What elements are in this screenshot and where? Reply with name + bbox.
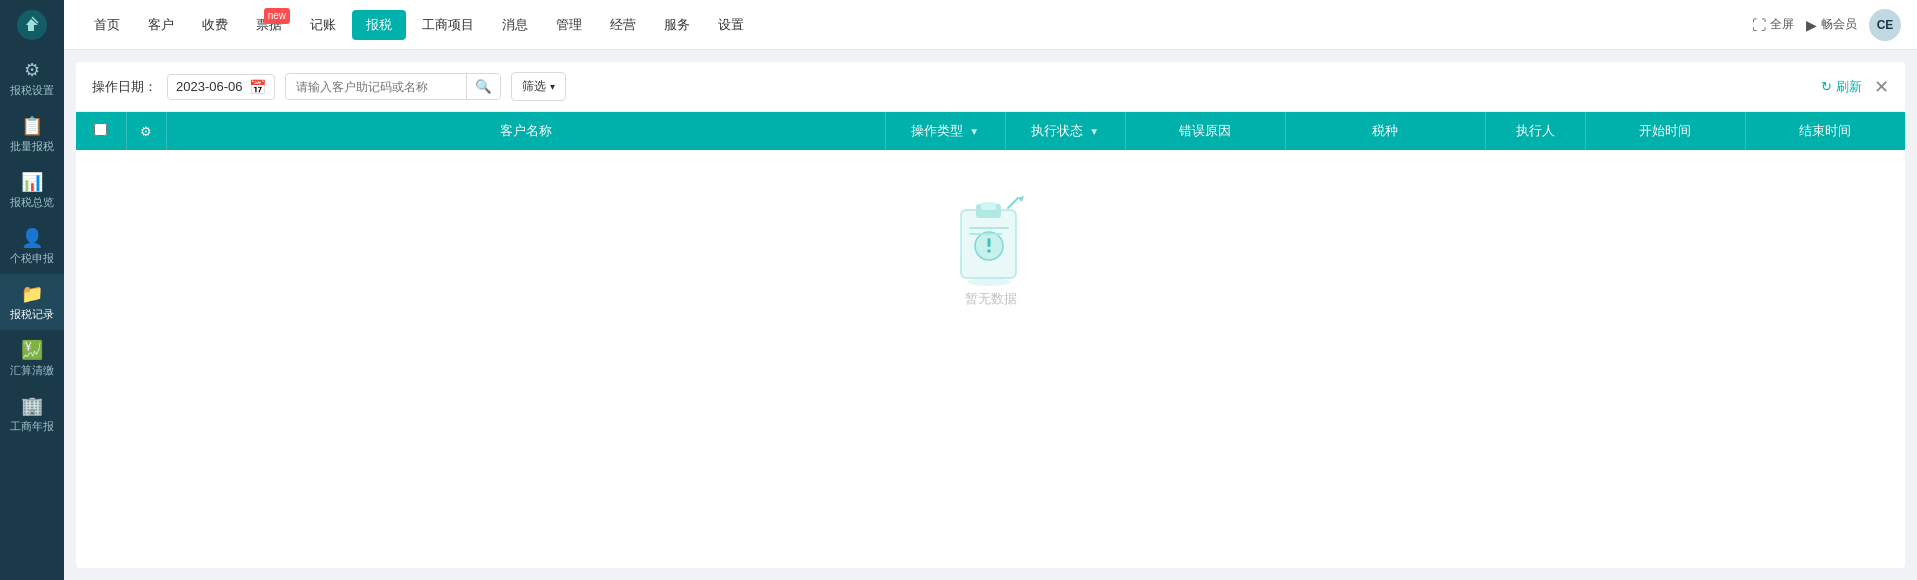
sidebar-label: 报税总览 [10,196,54,209]
topnav: 首页 客户 收费 票据 new 记账 报税 工商项目 消息 管理 经营 [64,0,1917,50]
nav-piao[interactable]: 票据 new [242,0,296,50]
toolbar: 操作日期： 2023-06-06 📅 🔍 筛选 ▾ [76,62,1905,112]
nav-baoshui[interactable]: 报税 [352,10,406,40]
th-checkbox[interactable] [76,112,126,150]
nav-jizhang[interactable]: 记账 [296,0,350,50]
sort-icon: ▼ [969,126,979,137]
overview-icon: 📊 [21,171,43,193]
sidebar-label: 汇算清缴 [10,364,54,377]
search-box: 🔍 [285,73,501,100]
th-op-type[interactable]: 操作类型 ▼ [885,112,1005,150]
fullscreen-icon: ⛶ [1752,17,1766,33]
th-tax-type: 税种 [1285,112,1485,150]
svg-line-9 [1008,198,1018,208]
filter-button[interactable]: 筛选 ▾ [511,72,566,101]
search-input[interactable] [286,75,466,99]
calendar-icon: 📅 [249,79,266,95]
th-error-reason: 错误原因 [1125,112,1285,150]
sidebar-item-piliang-baoshui[interactable]: 📋 批量报税 [0,106,64,162]
search-button[interactable]: 🔍 [466,74,500,99]
user-avatar[interactable]: CE [1869,9,1901,41]
sidebar-label: 报税记录 [10,308,54,321]
sidebar-item-baoshui-shezhi[interactable]: ⚙ 报税设置 [0,50,64,106]
sidebar-item-baoshuijilu[interactable]: 📁 报税记录 [0,274,64,330]
sidebar-logo [0,0,64,50]
date-picker[interactable]: 2023-06-06 📅 [167,74,275,100]
sidebar-item-geshuishenbo[interactable]: 👤 个税申报 [0,218,64,274]
fullscreen-button[interactable]: ⛶ 全屏 [1752,16,1794,33]
sidebar-item-baoshui-zongjian[interactable]: 📊 报税总览 [0,162,64,218]
new-badge: new [264,8,290,24]
svg-rect-5 [987,238,990,247]
filter-label: 筛选 [522,78,546,95]
sidebar-label: 批量报税 [10,140,54,153]
vip-button[interactable]: ▶ 畅会员 [1806,16,1857,33]
sidebar-label: 个税申报 [10,252,54,265]
th-start-time: 开始时间 [1585,112,1745,150]
empty-state: 暂无数据 [76,150,1905,348]
svg-point-6 [987,249,991,253]
svg-marker-10 [1018,196,1024,202]
date-label: 操作日期： [92,78,157,96]
close-button[interactable]: ✕ [1874,78,1889,96]
main-panel: 操作日期： 2023-06-06 📅 🔍 筛选 ▾ [76,62,1905,568]
th-end-time: 结束时间 [1745,112,1905,150]
nav-home[interactable]: 首页 [80,0,134,50]
person-icon: 👤 [21,227,43,249]
batch-icon: 📋 [21,115,43,137]
content-area: 操作日期： 2023-06-06 📅 🔍 筛选 ▾ [64,50,1917,580]
empty-illustration [946,190,1036,290]
nav-fuwu[interactable]: 服务 [650,0,704,50]
sidebar-item-gongshangnianb[interactable]: 🏢 工商年报 [0,386,64,442]
record-icon: 📁 [21,283,43,305]
nav-shoufe[interactable]: 收费 [188,0,242,50]
video-icon: ▶ [1806,17,1817,33]
topnav-right: ⛶ 全屏 ▶ 畅会员 CE [1752,9,1901,41]
th-client-name: 客户名称 [166,112,885,150]
settings-icon: ⚙ [24,59,40,81]
company-icon: 🏢 [21,395,43,417]
th-settings: ⚙ [126,112,166,150]
date-value: 2023-06-06 [176,79,243,94]
empty-text: 暂无数据 [965,290,1017,308]
refresh-icon: ↻ [1821,79,1832,94]
nav-guanli[interactable]: 管理 [542,0,596,50]
sidebar-label: 报税设置 [10,84,54,97]
chevron-down-icon: ▾ [550,81,555,92]
refresh-button[interactable]: ↻ 刷新 [1821,78,1862,96]
calc-icon: 💹 [21,339,43,361]
th-exec-status[interactable]: 执行状态 ▼ [1005,112,1125,150]
nav-xiaoxi[interactable]: 消息 [488,0,542,50]
main-table: ⚙ 客户名称 操作类型 ▼ 执行状态 ▼ [76,112,1905,150]
column-settings-icon: ⚙ [140,124,152,139]
nav-gongshang[interactable]: 工商项目 [408,0,488,50]
sort-icon: ▼ [1089,126,1099,137]
main-area: 首页 客户 收费 票据 new 记账 报税 工商项目 消息 管理 经营 [64,0,1917,580]
toolbar-actions: ↻ 刷新 ✕ [1821,78,1889,96]
select-all-checkbox[interactable] [94,123,107,136]
table-header-row: ⚙ 客户名称 操作类型 ▼ 执行状态 ▼ [76,112,1905,150]
svg-rect-3 [981,202,996,210]
table-wrapper: ⚙ 客户名称 操作类型 ▼ 执行状态 ▼ [76,112,1905,568]
nav-shezhi[interactable]: 设置 [704,0,758,50]
nav-client[interactable]: 客户 [134,0,188,50]
th-executor: 执行人 [1485,112,1585,150]
svg-point-11 [967,278,1011,286]
search-icon: 🔍 [475,79,492,94]
sidebar-item-huisuanqingdian[interactable]: 💹 汇算清缴 [0,330,64,386]
nav-jingying[interactable]: 经营 [596,0,650,50]
sidebar-label: 工商年报 [10,420,54,433]
sidebar: ⚙ 报税设置 📋 批量报税 📊 报税总览 👤 个税申报 📁 报税记录 💹 汇算清… [0,0,64,580]
